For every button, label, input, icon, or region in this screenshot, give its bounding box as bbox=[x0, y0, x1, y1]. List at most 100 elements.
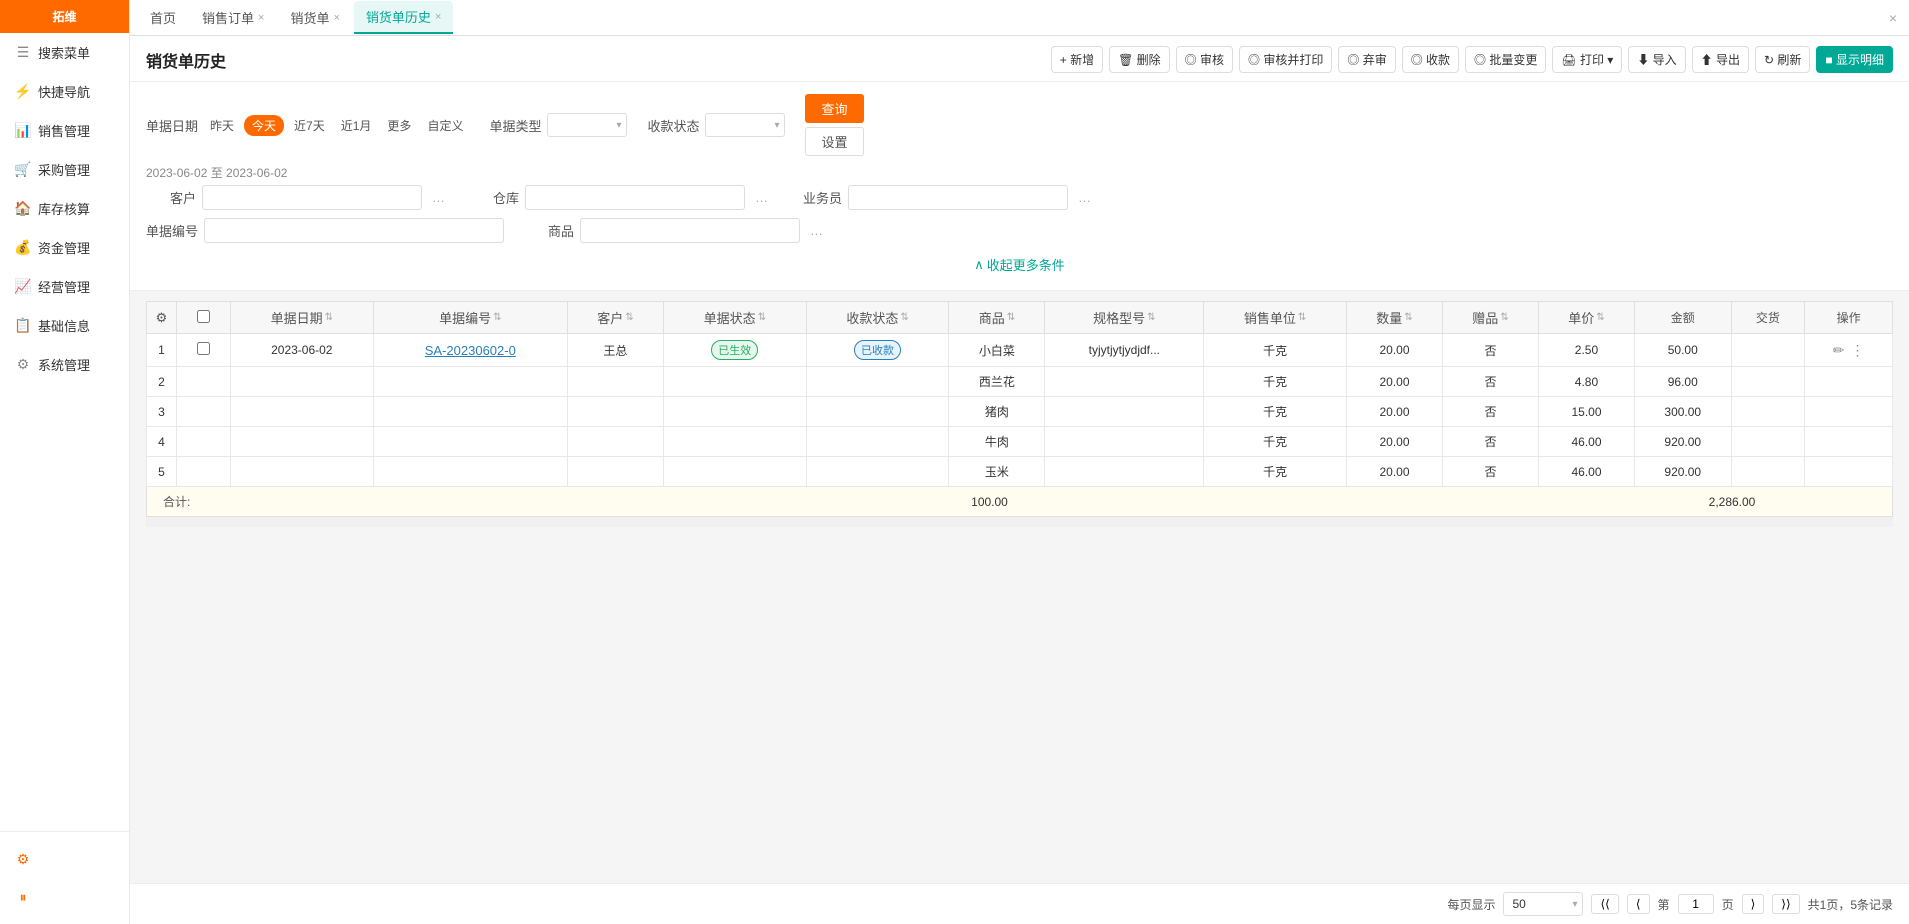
more-icon-0[interactable]: ⋮ bbox=[1850, 342, 1864, 359]
goods-input[interactable] bbox=[580, 218, 800, 243]
gear-icon: ⚙ bbox=[156, 310, 168, 325]
cell-collstatus-1 bbox=[806, 367, 949, 397]
col-unit[interactable]: 销售单位⇅ bbox=[1204, 302, 1347, 334]
prev-page-button[interactable]: ⟨ bbox=[1627, 894, 1650, 914]
col-doc-status[interactable]: 单据状态⇅ bbox=[663, 302, 806, 334]
first-page-button[interactable]: ⟨⟨ bbox=[1591, 894, 1618, 914]
cell-date-3 bbox=[230, 427, 373, 457]
col-doc-date[interactable]: 单据日期⇅ bbox=[230, 302, 373, 334]
table-row: 2 西兰花 千克 20.00 否 4.80 96.00 bbox=[147, 367, 1893, 397]
cell-amount-2: 300.00 bbox=[1634, 397, 1731, 427]
collapse-icon: ∧ bbox=[974, 257, 984, 273]
delete-button[interactable]: 🗑 删除 bbox=[1109, 46, 1170, 73]
select-all-checkbox[interactable] bbox=[197, 310, 210, 323]
warehouse-input[interactable] bbox=[525, 185, 745, 210]
cell-qty-4: 20.00 bbox=[1346, 457, 1442, 487]
sidebar-item-inventory[interactable]: 🏠库存核算 bbox=[0, 189, 129, 228]
abandon-button[interactable]: ◎ 弃审 bbox=[1338, 46, 1395, 73]
sidebar-bottom-settings[interactable]: ⚙ bbox=[0, 840, 129, 878]
add-button[interactable]: + 新增 bbox=[1051, 46, 1103, 73]
date-today[interactable]: 今天 bbox=[244, 115, 284, 136]
date-label: 单据日期 bbox=[146, 116, 198, 135]
sidebar-item-search-menu[interactable]: ☰搜索菜单 bbox=[0, 33, 129, 72]
sidebar-item-purchase-mgmt[interactable]: 🛒采购管理 bbox=[0, 150, 129, 189]
next-page-button[interactable]: ⟩ bbox=[1742, 894, 1765, 914]
doc-type-filter: 单据类型 ▾ bbox=[489, 113, 627, 137]
edit-icon-0[interactable]: ✏ bbox=[1833, 342, 1845, 359]
col-qty[interactable]: 数量⇅ bbox=[1346, 302, 1442, 334]
cell-amount-3: 920.00 bbox=[1634, 427, 1731, 457]
batch-change-button[interactable]: ◎ 批量变更 bbox=[1465, 46, 1546, 73]
sidebar-item-operations[interactable]: 📈经营管理 bbox=[0, 267, 129, 306]
refresh-button[interactable]: ↻ 刷新 bbox=[1755, 46, 1810, 73]
date-7days[interactable]: 近7天 bbox=[288, 115, 331, 136]
doc-type-select[interactable] bbox=[547, 113, 627, 137]
operations-icon: 📈 bbox=[14, 278, 32, 296]
cell-qty-1: 20.00 bbox=[1346, 367, 1442, 397]
sidebar-item-basic-info[interactable]: 📋基础信息 bbox=[0, 306, 129, 345]
goods-ellipsis[interactable]: … bbox=[806, 223, 827, 238]
print-button[interactable]: 🖨 打印 ▾ bbox=[1552, 46, 1622, 73]
sidebar-bottom-pause[interactable]: ⏸ bbox=[0, 878, 129, 916]
tab-close-sales-order[interactable]: × bbox=[258, 12, 264, 24]
tab-close-sales-history[interactable]: × bbox=[435, 11, 441, 23]
cell-price-4: 46.00 bbox=[1538, 457, 1634, 487]
col-customer[interactable]: 客户⇅ bbox=[567, 302, 663, 334]
date-custom[interactable]: 自定义 bbox=[421, 115, 469, 136]
customer-ellipsis[interactable]: … bbox=[428, 190, 449, 205]
customer-input[interactable] bbox=[202, 185, 422, 210]
tab-sales-delivery[interactable]: 销货单× bbox=[278, 2, 351, 33]
sort-doc-date-icon: ⇅ bbox=[325, 312, 333, 323]
tab-sales-history[interactable]: 销货单历史× bbox=[354, 1, 453, 34]
business-input[interactable] bbox=[848, 185, 1068, 210]
doc-number-link-0[interactable]: SA-20230602-0 bbox=[425, 343, 516, 358]
last-page-button[interactable]: ⟩⟩ bbox=[1772, 894, 1799, 914]
audit-button[interactable]: ◎ 审核 bbox=[1176, 46, 1233, 73]
close-all-tabs[interactable]: × bbox=[1885, 6, 1901, 30]
col-doc-number[interactable]: 单据编号⇅ bbox=[373, 302, 567, 334]
cell-spec-0: tyjytjytjydjdf... bbox=[1045, 334, 1204, 367]
show-detail-button[interactable]: ■ 显示明细 bbox=[1816, 46, 1893, 73]
col-gear[interactable]: ⚙ bbox=[147, 302, 177, 334]
page-number-input[interactable] bbox=[1678, 894, 1714, 914]
doc-number-input[interactable] bbox=[204, 218, 504, 243]
sort-collection-icon: ⇅ bbox=[900, 312, 908, 323]
row-checkbox-0[interactable] bbox=[197, 342, 210, 355]
col-spec[interactable]: 规格型号⇅ bbox=[1045, 302, 1204, 334]
sidebar-item-sales-mgmt[interactable]: 📊销售管理 bbox=[0, 111, 129, 150]
audit-print-button[interactable]: ◎ 审核并打印 bbox=[1239, 46, 1332, 73]
cell-gear-1: 2 bbox=[147, 367, 177, 397]
warehouse-ellipsis[interactable]: … bbox=[751, 190, 772, 205]
tab-sales-order[interactable]: 销售订单× bbox=[190, 2, 276, 33]
tab-home[interactable]: 首页 bbox=[138, 2, 188, 33]
sidebar-item-sys-mgmt[interactable]: ⚙系统管理 bbox=[0, 345, 129, 384]
set-button[interactable]: 设置 bbox=[805, 127, 863, 156]
date-more[interactable]: 更多 bbox=[381, 115, 417, 136]
cell-customer-1 bbox=[567, 367, 663, 397]
collect-button[interactable]: ◎ 收款 bbox=[1402, 46, 1459, 73]
warehouse-filter: 仓库 … bbox=[469, 185, 772, 210]
query-button[interactable]: 查询 bbox=[805, 94, 863, 123]
date-yesterday[interactable]: 昨天 bbox=[204, 115, 240, 136]
col-collection-status[interactable]: 收款状态⇅ bbox=[806, 302, 949, 334]
tab-close-sales-delivery[interactable]: × bbox=[333, 12, 339, 24]
import-button[interactable]: ⬇ 导入 bbox=[1628, 46, 1685, 73]
business-ellipsis[interactable]: … bbox=[1074, 190, 1095, 205]
col-unit-price[interactable]: 单价⇅ bbox=[1538, 302, 1634, 334]
finance-icon: 💰 bbox=[14, 239, 32, 257]
col-goods[interactable]: 商品⇅ bbox=[949, 302, 1045, 334]
collection-status-select[interactable] bbox=[705, 113, 785, 137]
sidebar-item-quick-nav[interactable]: ⚡快捷导航 bbox=[0, 72, 129, 111]
cell-date-0: 2023-06-02 bbox=[230, 334, 373, 367]
horizontal-scrollbar[interactable] bbox=[146, 517, 1893, 527]
sidebar-item-finance[interactable]: 💰资金管理 bbox=[0, 228, 129, 267]
page-label-before: 第 bbox=[1658, 896, 1670, 913]
inventory-icon: 🏠 bbox=[14, 200, 32, 218]
collapse-filter-button[interactable]: ∧ 收起更多条件 bbox=[146, 251, 1893, 278]
customer-filter: 客户 … bbox=[146, 185, 449, 210]
col-gift[interactable]: 赠品⇅ bbox=[1442, 302, 1538, 334]
date-1month[interactable]: 近1月 bbox=[335, 115, 378, 136]
per-page-select[interactable]: 50 100 200 bbox=[1503, 892, 1583, 916]
cell-price-1: 4.80 bbox=[1538, 367, 1634, 397]
export-button[interactable]: ⬆ 导出 bbox=[1692, 46, 1749, 73]
